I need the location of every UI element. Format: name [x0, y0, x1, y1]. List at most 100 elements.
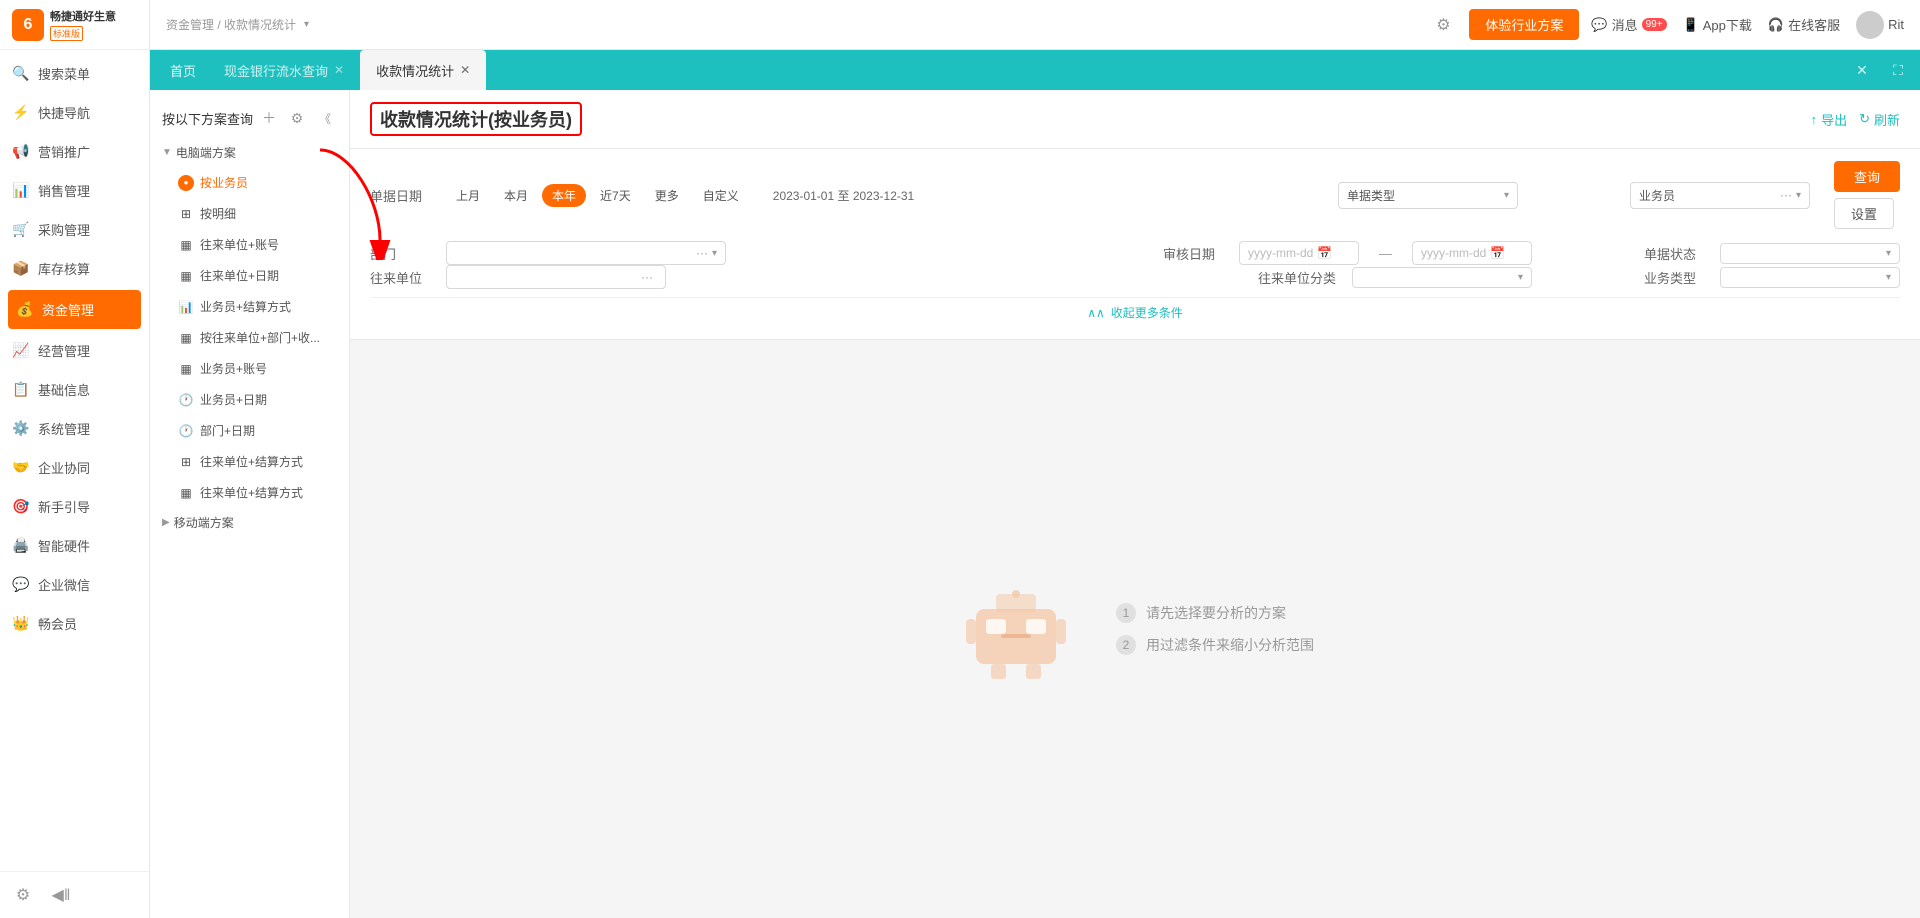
- section-mobile-arrow-icon: ▶: [162, 517, 170, 528]
- collapse-sidebar-icon[interactable]: ◀‖: [46, 880, 76, 910]
- scheme-item-counterparty-settlement2[interactable]: ▦ 往来单位+结算方式: [150, 477, 349, 508]
- review-date-to-input[interactable]: yyyy-mm-dd 📅: [1412, 241, 1532, 265]
- filter-row-1: 单据日期 上月 本月 本年 近7天 更多 自定义 2023-01-01 至 20…: [370, 161, 1900, 229]
- date-tab-this-year[interactable]: 本年: [542, 184, 586, 207]
- date-tab-7days[interactable]: 近7天: [590, 184, 641, 207]
- doc-status-arrow-icon: ▾: [1886, 248, 1891, 259]
- user-area[interactable]: Rit: [1856, 11, 1904, 39]
- date-from: 2023-01-01: [773, 189, 834, 203]
- search-menu-icon: 🔍: [12, 65, 30, 83]
- doc-type-select[interactable]: 单据类型 ▾: [1338, 182, 1518, 209]
- sidebar-item-label: 快捷导航: [38, 103, 90, 122]
- sidebar-item-wechat[interactable]: 💬 企业微信: [0, 565, 149, 604]
- step-1-text: 请先选择要分析的方案: [1146, 603, 1286, 623]
- scheme-settings-icon[interactable]: ⚙: [285, 106, 309, 130]
- scheme-section-desktop-header[interactable]: ▼ 电脑端方案: [150, 138, 349, 167]
- logo-name: 畅捷通好生意: [50, 8, 116, 24]
- step-2-number: 2: [1116, 635, 1136, 655]
- scheme-panel-title: 按以下方案查询: [162, 109, 253, 128]
- tab-right-controls: ✕ ⛶: [1848, 56, 1912, 84]
- doc-status-select[interactable]: ▾: [1720, 243, 1900, 264]
- date-tab-last-month[interactable]: 上月: [446, 184, 490, 207]
- app-download-group[interactable]: 📱 App下载: [1683, 15, 1752, 34]
- scheme-item-counterparty-dept-recv[interactable]: ▦ 按往来单位+部门+收...: [150, 322, 349, 353]
- scheme-item-counterparty-date[interactable]: ▦ 往来单位+日期: [150, 260, 349, 291]
- tab-receipt-stats-close-icon[interactable]: ✕: [460, 63, 470, 77]
- review-date-from-input[interactable]: yyyy-mm-dd 📅: [1239, 241, 1359, 265]
- sidebar-bottom: ⚙ ◀‖: [0, 871, 149, 918]
- breadcrumb: 资金管理 / 收款情况统计: [166, 16, 296, 33]
- tab-maximize-icon[interactable]: ⛶: [1884, 56, 1912, 84]
- scheme-collapse-icon[interactable]: 《: [313, 106, 337, 130]
- scheme-add-icon[interactable]: ＋: [257, 106, 281, 130]
- scheme-item-by-salesman[interactable]: ● 按业务员: [150, 167, 349, 198]
- tab-close-window-icon[interactable]: ✕: [1848, 56, 1876, 84]
- scheme-item-counterparty-settlement1[interactable]: ⊞ 往来单位+结算方式: [150, 446, 349, 477]
- review-from-calendar-icon[interactable]: 📅: [1317, 246, 1332, 260]
- date-tabs: 上月 本月 本年 近7天 更多 自定义: [446, 184, 749, 207]
- review-to-calendar-icon[interactable]: 📅: [1490, 246, 1505, 260]
- dept-filter-label: 部门: [370, 244, 430, 263]
- query-button[interactable]: 查询: [1834, 161, 1900, 192]
- scheme-clock-icon2: 🕐: [178, 423, 194, 439]
- setting-button[interactable]: 设置: [1834, 198, 1894, 229]
- settings-bottom-icon[interactable]: ⚙: [8, 880, 38, 910]
- sidebar-nav: 🔍 搜索菜单 ⚡ 快捷导航 📢 营销推广 📊 销售管理 🛒 采购管理 📦 库存核…: [0, 50, 149, 871]
- scheme-item-label: 业务员+结算方式: [200, 298, 291, 315]
- sidebar-item-search[interactable]: 🔍 搜索菜单: [0, 54, 149, 93]
- sidebar-item-enterprise[interactable]: 🤝 企业协同: [0, 448, 149, 487]
- scheme-item-counterparty-account[interactable]: ▦ 往来单位+账号: [150, 229, 349, 260]
- date-tab-more[interactable]: 更多: [645, 184, 689, 207]
- dept-input[interactable]: ··· ▾: [446, 241, 726, 265]
- counterparty-more-icon[interactable]: ···: [641, 270, 653, 284]
- scheme-item-label: 按往来单位+部门+收...: [200, 329, 320, 346]
- tab-home[interactable]: 首页: [158, 50, 208, 90]
- sidebar-item-system[interactable]: ⚙️ 系统管理: [0, 409, 149, 448]
- sidebar-item-member[interactable]: 👑 畅会员: [0, 604, 149, 643]
- scheme-item-label: 往来单位+日期: [200, 267, 279, 284]
- scheme-item-label: 业务员+日期: [200, 391, 267, 408]
- salesman-more-icon[interactable]: ···: [1780, 188, 1792, 202]
- sidebar-item-hardware[interactable]: 🖨️ 智能硬件: [0, 526, 149, 565]
- refresh-button[interactable]: ↻ 刷新: [1859, 110, 1900, 129]
- tab-bar: 首页 现金银行流水查询 ✕ 收款情况统计 ✕ ✕ ⛶: [150, 50, 1920, 90]
- scheme-item-dept-date[interactable]: 🕐 部门+日期: [150, 415, 349, 446]
- tab-home-label: 首页: [170, 61, 196, 80]
- counterparty-input[interactable]: ···: [446, 265, 666, 289]
- salesman-arrow-icon: ▾: [1796, 190, 1801, 201]
- scheme-item-by-detail[interactable]: ⊞ 按明细: [150, 198, 349, 229]
- scheme-item-label: 按业务员: [200, 174, 248, 191]
- dept-more-icon[interactable]: ···: [696, 246, 708, 260]
- salesman-select[interactable]: 业务员 ··· ▾: [1630, 182, 1810, 209]
- tab-bank-flow[interactable]: 现金银行流水查询 ✕: [208, 50, 360, 90]
- collapse-button[interactable]: ∧∧ 收起更多条件: [370, 297, 1900, 327]
- sidebar-item-beginner[interactable]: 🎯 新手引导: [0, 487, 149, 526]
- counterparty-category-select[interactable]: ▾: [1352, 267, 1532, 288]
- export-button[interactable]: ↑ 导出: [1811, 110, 1848, 129]
- sidebar-item-purchase[interactable]: 🛒 采购管理: [0, 210, 149, 249]
- trial-button[interactable]: 体验行业方案: [1469, 9, 1579, 40]
- date-tab-custom[interactable]: 自定义: [693, 184, 749, 207]
- sidebar-item-baseinfo[interactable]: 📋 基础信息: [0, 370, 149, 409]
- sidebar-item-operations[interactable]: 📈 经营管理: [0, 331, 149, 370]
- tab-bank-flow-label: 现金银行流水查询: [224, 61, 328, 80]
- messages-group[interactable]: 💬 消息 99+: [1591, 15, 1666, 34]
- tab-bank-flow-close-icon[interactable]: ✕: [334, 63, 344, 77]
- sidebar-item-quicknav[interactable]: ⚡ 快捷导航: [0, 93, 149, 132]
- scheme-item-salesman-date[interactable]: 🕐 业务员+日期: [150, 384, 349, 415]
- scheme-item-salesman-settlement[interactable]: 📊 业务员+结算方式: [150, 291, 349, 322]
- sidebar-item-inventory[interactable]: 📦 库存核算: [0, 249, 149, 288]
- main-content: 资金管理 / 收款情况统计 ▾ ⚙ 体验行业方案 💬 消息 99+ 📱 App下…: [150, 0, 1920, 918]
- tab-receipt-stats[interactable]: 收款情况统计 ✕: [360, 50, 486, 90]
- online-service-group[interactable]: 🎧 在线客服: [1768, 15, 1840, 34]
- scheme-item-salesman-account[interactable]: ▦ 业务员+账号: [150, 353, 349, 384]
- breadcrumb-dropdown-icon[interactable]: ▾: [304, 19, 309, 30]
- sidebar-item-sales[interactable]: 📊 销售管理: [0, 171, 149, 210]
- sidebar-item-label: 基础信息: [38, 380, 90, 399]
- sidebar-item-finance[interactable]: 💰 资金管理: [8, 290, 141, 329]
- settings-gear-icon[interactable]: ⚙: [1429, 11, 1457, 39]
- date-tab-this-month[interactable]: 本月: [494, 184, 538, 207]
- scheme-section-mobile-header[interactable]: ▶ 移动端方案: [150, 508, 349, 537]
- biz-type-select[interactable]: ▾: [1720, 267, 1900, 288]
- sidebar-item-marketing[interactable]: 📢 营销推广: [0, 132, 149, 171]
